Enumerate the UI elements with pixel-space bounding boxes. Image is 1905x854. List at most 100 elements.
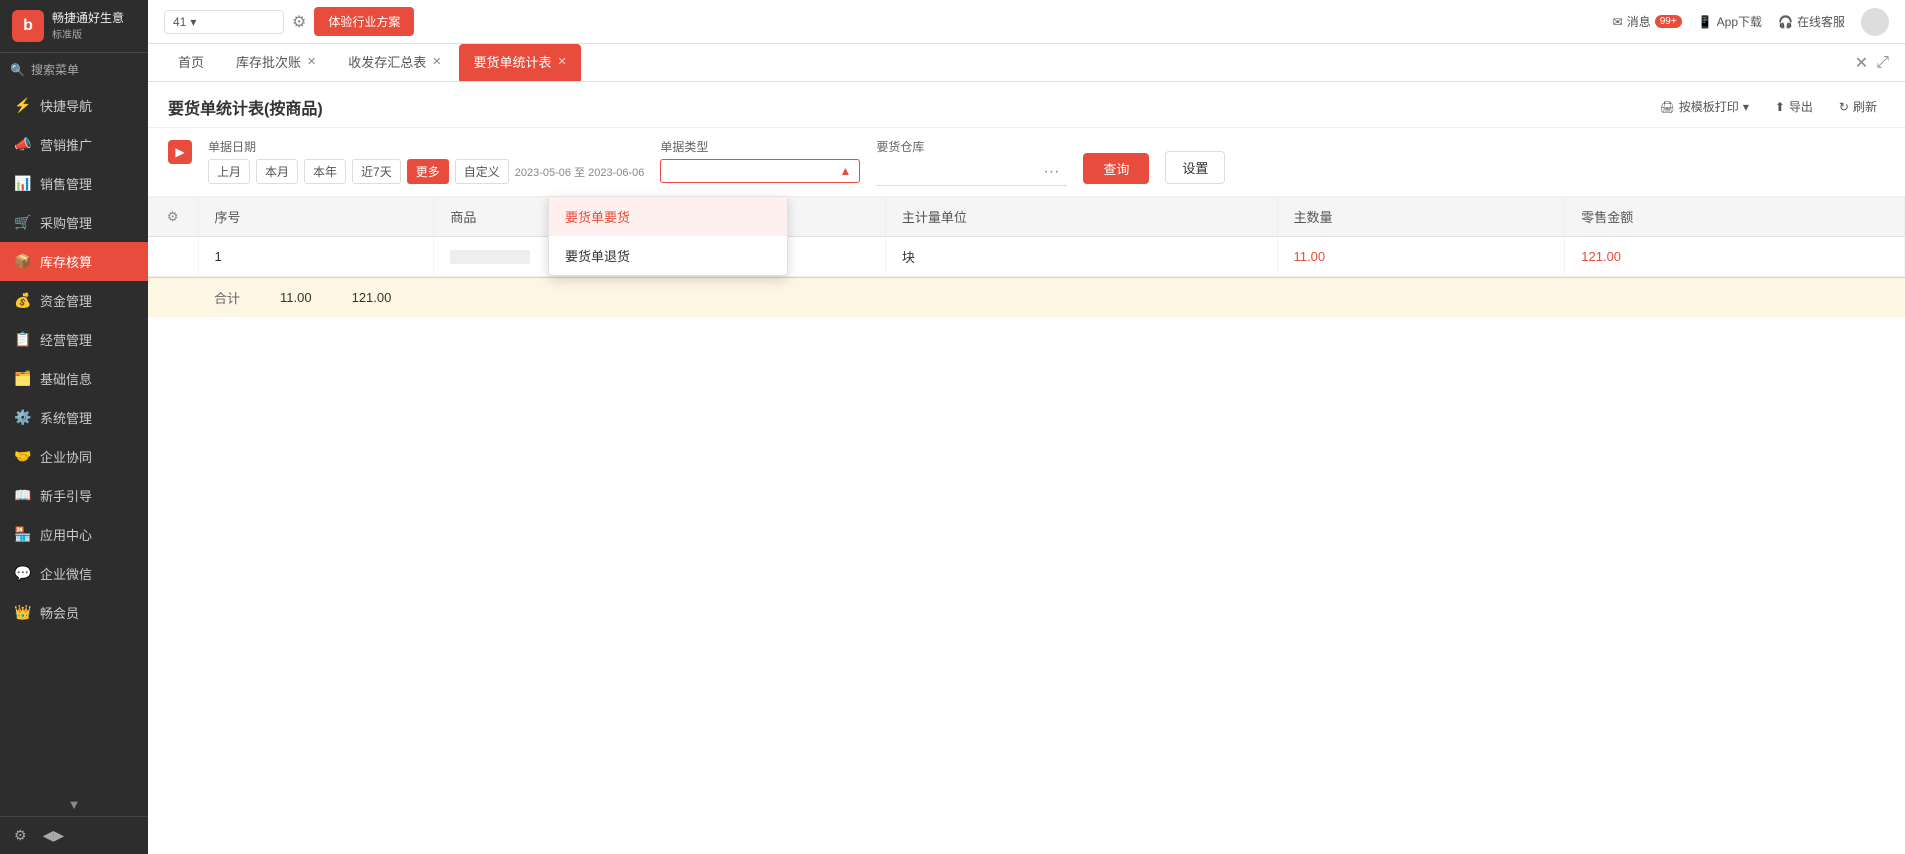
sidebar-item-sales[interactable]: 📊 销售管理 bbox=[0, 164, 148, 203]
warehouse-filter: 要货仓库 ··· bbox=[876, 138, 1067, 186]
messages-button[interactable]: ✉ 消息 99+ bbox=[1613, 13, 1682, 30]
app-version: 标准版 bbox=[52, 26, 124, 41]
sidebar-item-system[interactable]: ⚙️ 系统管理 bbox=[0, 398, 148, 437]
basic-icon: 🗂️ bbox=[14, 370, 32, 388]
tab-receive-send[interactable]: 收发存汇总表 ✕ bbox=[334, 44, 455, 81]
logo-icon: b bbox=[12, 10, 44, 42]
sidebar-settings-icon[interactable]: ⚙ bbox=[14, 827, 27, 844]
nav-label: 基础信息 bbox=[40, 369, 92, 388]
sidebar-item-operations[interactable]: 📋 经营管理 bbox=[0, 320, 148, 359]
online-service-button[interactable]: 🎧 在线客服 bbox=[1778, 13, 1845, 30]
tab-label: 收发存汇总表 bbox=[348, 52, 426, 71]
search-label: 搜索菜单 bbox=[31, 61, 79, 78]
print-button[interactable]: 🖨 按模板打印 ▾ bbox=[1652, 94, 1757, 119]
sidebar-item-guide[interactable]: 📖 新手引导 bbox=[0, 476, 148, 515]
sidebar-item-inventory[interactable]: 📦 库存核算 bbox=[0, 242, 148, 281]
tab-close-icon[interactable]: ✕ bbox=[558, 55, 567, 68]
row-quantity[interactable]: 11.00 bbox=[1277, 237, 1565, 277]
warehouse-dropdown[interactable]: ··· bbox=[876, 159, 1067, 186]
custom-date-btn[interactable]: 自定义 bbox=[455, 159, 509, 184]
user-avatar[interactable] bbox=[1861, 8, 1889, 36]
nav-label: 企业协同 bbox=[40, 447, 92, 466]
topbar: 41 ▾ ⚙ 体验行业方案 ✉ 消息 99+ 📱 App下载 🎧 在线客服 bbox=[148, 0, 1905, 44]
sidebar-search[interactable]: 🔍 搜索菜单 bbox=[0, 53, 148, 86]
maximize-tab-button[interactable]: ⤢ bbox=[1876, 54, 1889, 72]
dropdown-item-return[interactable]: 要货单退货 bbox=[549, 236, 787, 275]
sidebar-item-enterprise[interactable]: 🤝 企业协同 bbox=[0, 437, 148, 476]
dropdown-item-order[interactable]: 要货单要货 bbox=[549, 197, 787, 236]
nav-label: 营销推广 bbox=[40, 135, 92, 154]
column-settings-icon[interactable]: ⚙ bbox=[167, 209, 179, 224]
trial-button[interactable]: 体验行业方案 bbox=[314, 7, 414, 36]
tab-inventory-batch[interactable]: 库存批次账 ✕ bbox=[222, 44, 330, 81]
content-area: 要货单统计表(按商品) 🖨 按模板打印 ▾ ⬆ 导出 ↻ 刷新 ▶ bbox=[148, 82, 1905, 854]
sidebar-item-quick-nav[interactable]: ⚡ 快捷导航 bbox=[0, 86, 148, 125]
sidebar-item-wechat[interactable]: 💬 企业微信 bbox=[0, 554, 148, 593]
export-icon: ⬆ bbox=[1775, 100, 1785, 114]
footer-amount: 121.00 bbox=[352, 290, 392, 305]
sidebar-collapse-icon[interactable]: ◀▶ bbox=[43, 827, 65, 844]
dropdown-item-label: 要货单退货 bbox=[565, 249, 630, 264]
col-quantity: 主数量 bbox=[1277, 197, 1565, 237]
headset-icon: 🎧 bbox=[1778, 15, 1793, 29]
more-dates-btn[interactable]: 更多 bbox=[407, 159, 449, 184]
tab-close-icon[interactable]: ✕ bbox=[432, 55, 441, 68]
export-button[interactable]: ⬆ 导出 bbox=[1767, 94, 1821, 119]
bill-type-dropdown[interactable]: ▲ bbox=[660, 159, 860, 183]
date-filter-label: 单据日期 bbox=[208, 138, 644, 155]
expand-filter-button[interactable]: ▶ bbox=[168, 140, 192, 164]
sidebar-item-purchase[interactable]: 🛒 采购管理 bbox=[0, 203, 148, 242]
tab-close-icon[interactable]: ✕ bbox=[307, 55, 316, 68]
table-row: 1 块 11.00 121.00 bbox=[148, 237, 1905, 277]
settings-button[interactable]: 设置 bbox=[1165, 151, 1225, 184]
row-index: 1 bbox=[198, 237, 434, 277]
warehouse-input[interactable] bbox=[884, 165, 1039, 179]
query-button[interactable]: 查询 bbox=[1083, 153, 1149, 184]
store-selector[interactable]: 41 ▾ bbox=[164, 10, 284, 34]
warehouse-label: 要货仓库 bbox=[876, 138, 1067, 155]
tab-label: 首页 bbox=[178, 52, 204, 71]
nav-label: 企业微信 bbox=[40, 564, 92, 583]
bill-type-input[interactable] bbox=[669, 164, 835, 178]
nav-label: 采购管理 bbox=[40, 213, 92, 232]
last-month-btn[interactable]: 上月 bbox=[208, 159, 250, 184]
sidebar-item-finance[interactable]: 💰 资金管理 bbox=[0, 281, 148, 320]
refresh-button[interactable]: ↻ 刷新 bbox=[1831, 94, 1885, 119]
nav-label: 畅会员 bbox=[40, 603, 79, 622]
last-7-days-btn[interactable]: 近7天 bbox=[352, 159, 401, 184]
app-download-label: App下载 bbox=[1717, 13, 1762, 30]
filter-bar: ▶ 单据日期 上月 本月 本年 近7天 更多 自定义 2023-05-06 至 … bbox=[148, 128, 1905, 197]
tab-home[interactable]: 首页 bbox=[164, 44, 218, 81]
sidebar-item-member[interactable]: 👑 畅会员 bbox=[0, 593, 148, 632]
product-name-placeholder bbox=[450, 250, 530, 264]
bill-type-label: 单据类型 bbox=[660, 138, 860, 155]
sidebar-item-basic[interactable]: 🗂️ 基础信息 bbox=[0, 359, 148, 398]
messages-label: 消息 bbox=[1627, 13, 1651, 30]
row-settings bbox=[148, 237, 198, 277]
table-header: ⚙ 序号 商品 主计量单位 主数量 零售金额 bbox=[148, 197, 1905, 237]
nav-label: 销售管理 bbox=[40, 174, 92, 193]
print-icon: 🖨 bbox=[1660, 100, 1675, 114]
sidebar-scroll-down[interactable]: ▼ bbox=[0, 793, 148, 816]
app-name: 畅捷通好生意 bbox=[52, 11, 124, 27]
this-month-btn[interactable]: 本月 bbox=[256, 159, 298, 184]
tab-order-stats[interactable]: 要货单统计表 ✕ bbox=[459, 44, 580, 81]
app-logo: b 畅捷通好生意 标准版 bbox=[0, 0, 148, 53]
row-unit: 块 bbox=[885, 237, 1277, 277]
marketing-icon: 📣 bbox=[14, 136, 32, 154]
nav-label: 新手引导 bbox=[40, 486, 92, 505]
sidebar-item-marketing[interactable]: 📣 营销推广 bbox=[0, 125, 148, 164]
app-download-button[interactable]: 📱 App下载 bbox=[1698, 13, 1762, 30]
col-settings: ⚙ bbox=[148, 197, 198, 237]
col-amount: 零售金额 bbox=[1565, 197, 1905, 237]
date-range-display: 2023-05-06 至 2023-06-06 bbox=[515, 164, 645, 180]
topbar-settings-icon[interactable]: ⚙ bbox=[292, 12, 306, 32]
this-year-btn[interactable]: 本年 bbox=[304, 159, 346, 184]
date-filter-group: 单据日期 上月 本月 本年 近7天 更多 自定义 2023-05-06 至 20… bbox=[208, 138, 644, 184]
row-amount[interactable]: 121.00 bbox=[1565, 237, 1905, 277]
enterprise-icon: 🤝 bbox=[14, 448, 32, 466]
more-options-icon[interactable]: ··· bbox=[1043, 163, 1059, 181]
close-tab-button[interactable]: ✕ bbox=[1855, 53, 1868, 73]
tabs-bar: 首页 库存批次账 ✕ 收发存汇总表 ✕ 要货单统计表 ✕ ✕ ⤢ bbox=[148, 44, 1905, 82]
sidebar-item-appstore[interactable]: 🏪 应用中心 bbox=[0, 515, 148, 554]
